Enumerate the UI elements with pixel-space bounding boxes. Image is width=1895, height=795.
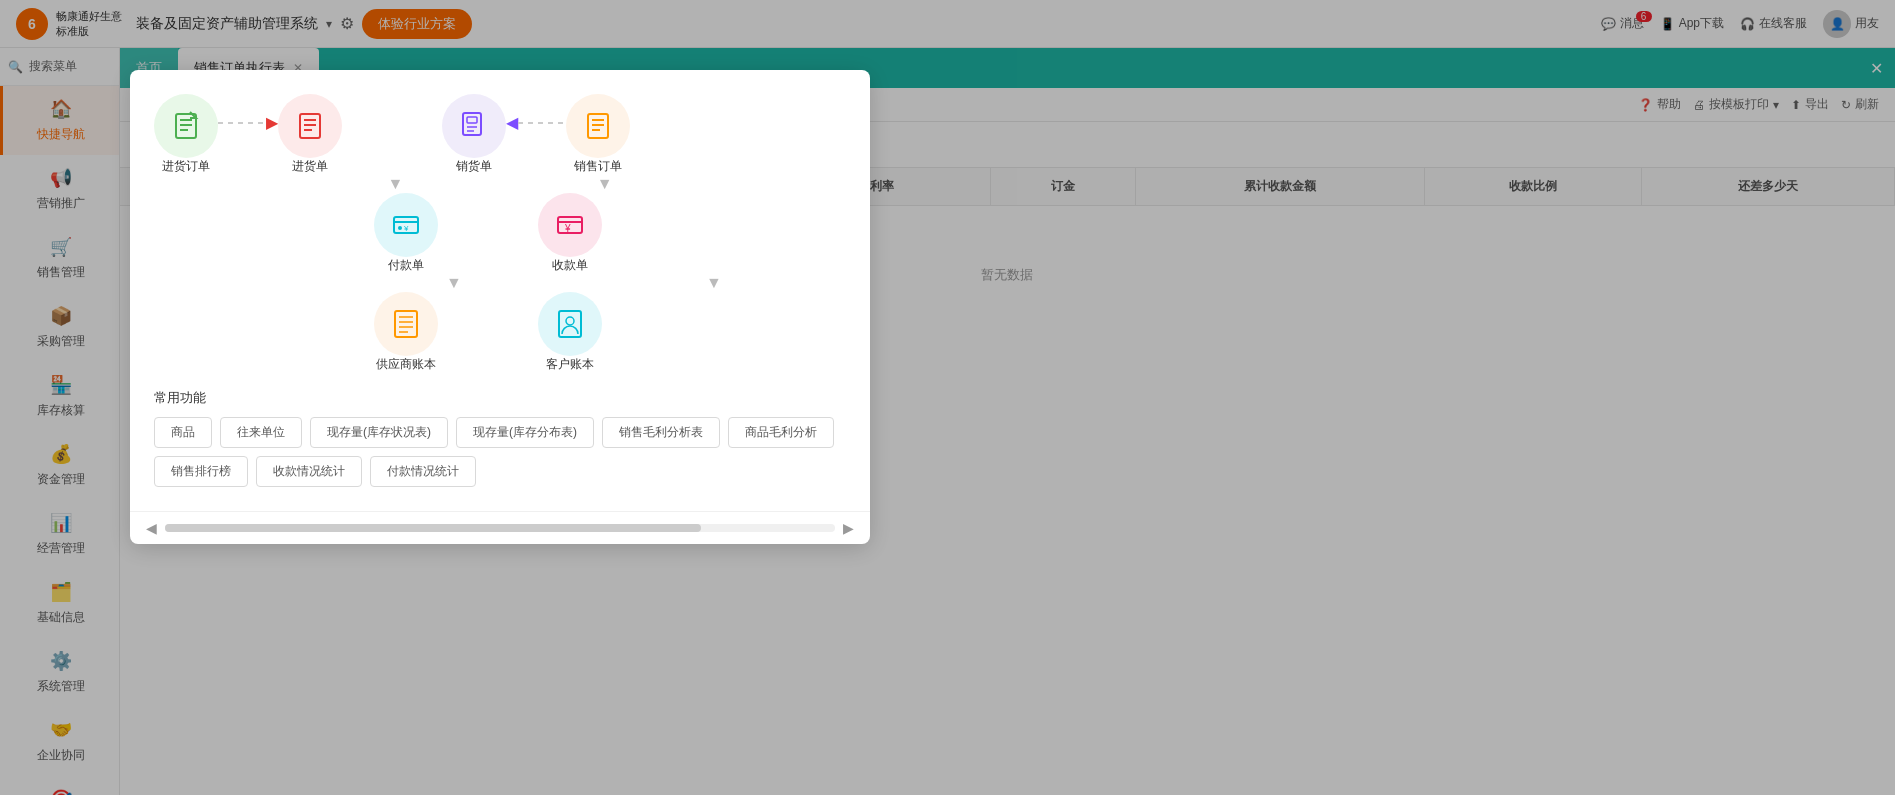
svg-point-29 (566, 317, 574, 325)
func-btn-sales-profit[interactable]: 销售毛利分析表 (602, 417, 720, 448)
func-btn-product-profit[interactable]: 商品毛利分析 (728, 417, 834, 448)
supplier-account-icon (374, 292, 438, 356)
scrollbar-track[interactable] (165, 524, 835, 532)
payment-bill-icon: ¥ (374, 193, 438, 257)
arrow-down-receipt: ▼ (540, 175, 669, 193)
customer-account-icon (538, 292, 602, 356)
common-functions-section: 常用功能 商品 往来单位 现存量(库存状况表) 现存量(库存分布表) 销售毛利分… (154, 389, 846, 487)
arrow-down-payment: ▼ (331, 175, 460, 193)
scrollbar-thumb (165, 524, 701, 532)
modal-scrollbar: ◀ ▶ (130, 511, 870, 544)
func-btns-row-2: 销售排行榜 收款情况统计 付款情况统计 (154, 456, 846, 487)
svg-rect-9 (467, 117, 477, 123)
flow-row-3: 供应商账本 客户账本 (154, 292, 846, 373)
func-btns-row-1: 商品 往来单位 现存量(库存状况表) 现存量(库存分布表) 销售毛利分析表 商品… (154, 417, 846, 448)
purchase-bill-node[interactable]: 进货单 (278, 94, 342, 175)
sales-order-label: 销售订单 (574, 158, 622, 175)
func-btn-contacts[interactable]: 往来单位 (220, 417, 302, 448)
flow-row-1: 进货订单 ▶ 进货单 (154, 94, 846, 175)
svg-text:¥: ¥ (564, 223, 571, 234)
supplier-account-label: 供应商账本 (376, 356, 436, 373)
func-btn-receipt-stats[interactable]: 收款情况统计 (256, 456, 362, 487)
payment-bill-node[interactable]: ¥ 付款单 (374, 193, 438, 274)
customer-account-node[interactable]: 客户账本 (538, 292, 602, 373)
func-btn-inventory-dist[interactable]: 现存量(库存分布表) (456, 417, 594, 448)
receipt-bill-label: 收款单 (552, 257, 588, 274)
purchase-bill-label: 进货单 (292, 158, 328, 175)
flow-row-2: ¥ 付款单 ¥ 收款单 (154, 193, 846, 274)
purchase-order-label: 进货订单 (162, 158, 210, 175)
scroll-left-btn[interactable]: ◀ (146, 520, 157, 536)
purchase-order-node[interactable]: 进货订单 (154, 94, 218, 175)
flow-modal: 进货订单 ▶ 进货单 (130, 70, 870, 544)
func-btn-payment-stats[interactable]: 付款情况统计 (370, 456, 476, 487)
sales-order-node[interactable]: 销售订单 (566, 94, 630, 175)
arrow-down-customer: ▼ (634, 274, 794, 292)
modal-overlay[interactable]: 进货订单 ▶ 进货单 (0, 0, 1895, 795)
arrow-purchase-to-bill: ▶ (218, 113, 278, 132)
purchase-order-icon (154, 94, 218, 158)
sales-bill-label: 销货单 (456, 158, 492, 175)
flow-row-arrows: ▼ ▼ (154, 175, 846, 193)
common-func-title: 常用功能 (154, 389, 846, 407)
svg-rect-23 (395, 311, 417, 337)
receipt-bill-node[interactable]: ¥ 收款单 (538, 193, 602, 274)
supplier-account-node[interactable]: 供应商账本 (374, 292, 438, 373)
flow-diagram: 进货订单 ▶ 进货单 (154, 94, 846, 373)
func-btn-sales-rank[interactable]: 销售排行榜 (154, 456, 248, 487)
svg-point-18 (398, 226, 402, 230)
purchase-bill-icon (278, 94, 342, 158)
func-btn-inventory-status[interactable]: 现存量(库存状况表) (310, 417, 448, 448)
scroll-right-btn[interactable]: ▶ (843, 520, 854, 536)
arrow-sales-order-to-bill: ◀ (506, 113, 566, 132)
sales-bill-node[interactable]: 销货单 (442, 94, 506, 175)
receipt-bill-icon: ¥ (538, 193, 602, 257)
customer-account-label: 客户账本 (546, 356, 594, 373)
modal-content: 进货订单 ▶ 进货单 (130, 70, 870, 511)
sales-order-icon (566, 94, 630, 158)
func-btn-product[interactable]: 商品 (154, 417, 212, 448)
arrow-down-supplier: ▼ (374, 274, 534, 292)
payment-bill-label: 付款单 (388, 257, 424, 274)
sales-bill-icon (442, 94, 506, 158)
svg-text:¥: ¥ (403, 224, 409, 233)
flow-row-arrows2: ▼ ▼ (154, 274, 846, 292)
